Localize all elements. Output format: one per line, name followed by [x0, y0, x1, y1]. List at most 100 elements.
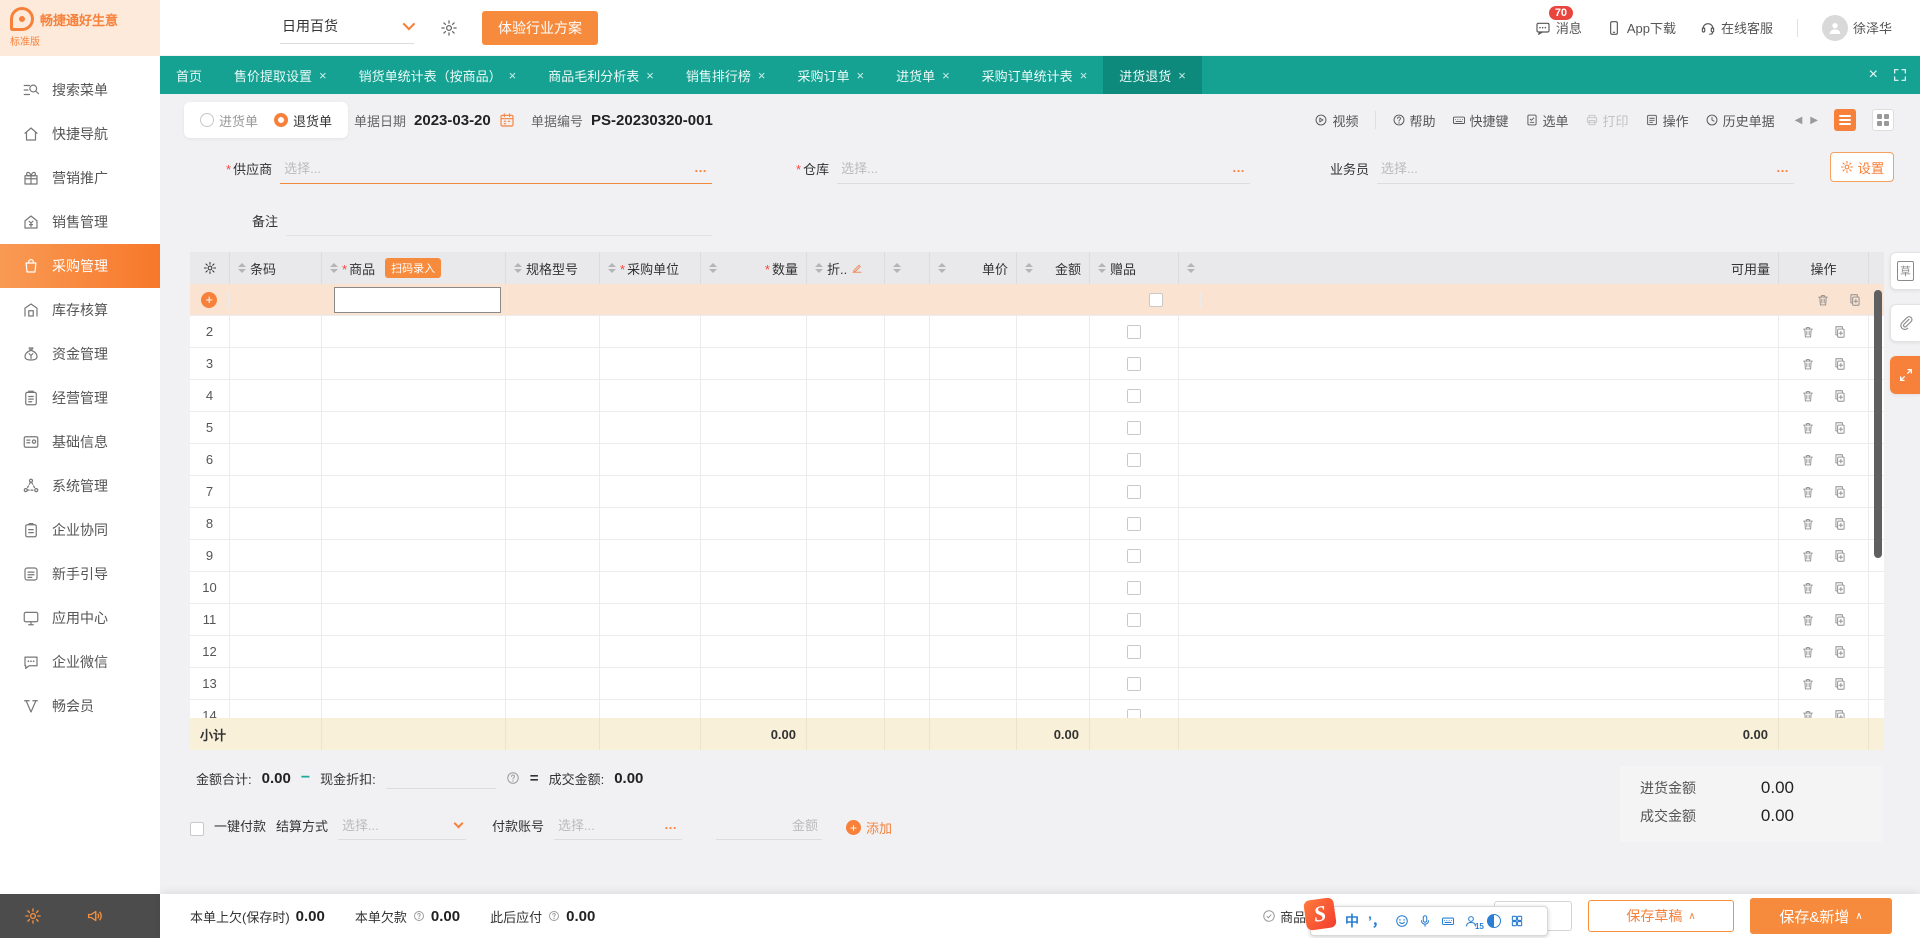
cell-gift[interactable]	[1090, 604, 1179, 635]
cell-blank[interactable]	[885, 700, 930, 718]
cell-barcode[interactable]	[230, 668, 322, 699]
sort-icon[interactable]	[709, 263, 717, 273]
video-action[interactable]: 视频	[1314, 111, 1359, 130]
cell-price[interactable]	[930, 668, 1017, 699]
cell-blank[interactable]	[885, 476, 930, 507]
copy-plus-icon[interactable]	[1833, 453, 1847, 467]
tab-purchase-return[interactable]: 进货退货 ×	[1103, 56, 1202, 94]
cell-unit[interactable]	[600, 348, 701, 379]
tab-close-icon[interactable]: ×	[942, 68, 950, 83]
cell-available[interactable]	[1179, 540, 1779, 571]
cell-gift[interactable]	[1090, 412, 1179, 443]
gift-checkbox[interactable]	[1127, 644, 1141, 659]
cell-row-handle[interactable]: 10	[190, 572, 230, 603]
account-select[interactable]: 选择... …	[554, 815, 683, 840]
cell-actions[interactable]	[1779, 700, 1869, 718]
topbar-gear-icon[interactable]	[440, 19, 458, 37]
cell-qty[interactable]	[701, 508, 807, 539]
cell-gift[interactable]	[1090, 668, 1179, 699]
app-download-link[interactable]: App下载	[1606, 18, 1676, 37]
sidebar-item-newbie-guide[interactable]: 新手引导	[0, 552, 160, 596]
trash-icon[interactable]	[1801, 421, 1815, 435]
fullscreen-icon[interactable]	[1892, 67, 1908, 83]
cell-actions[interactable]	[1779, 316, 1869, 347]
cell-gift[interactable]	[1113, 292, 1201, 307]
cell-spec[interactable]	[506, 636, 600, 667]
sidebar-item-collaboration[interactable]: 企业协同	[0, 508, 160, 552]
trash-icon[interactable]	[1801, 581, 1815, 595]
cell-unit[interactable]	[600, 444, 701, 475]
add-payment-link[interactable]: + 添加	[846, 818, 892, 840]
cell-product[interactable]	[322, 316, 506, 347]
copy-plus-icon[interactable]	[1833, 325, 1847, 339]
cell-discount[interactable]	[807, 380, 885, 411]
cell-actions[interactable]	[1779, 540, 1869, 571]
sidebar-item-marketing[interactable]: 营销推广	[0, 156, 160, 200]
cell-unit[interactable]	[600, 476, 701, 507]
copy-plus-icon[interactable]	[1833, 709, 1847, 718]
cell-discount[interactable]	[807, 444, 885, 475]
cell-price[interactable]	[930, 348, 1017, 379]
cell-qty[interactable]	[701, 444, 807, 475]
cell-spec[interactable]	[506, 412, 600, 443]
col-header-spec[interactable]: 规格型号	[506, 252, 600, 284]
cell-available[interactable]	[1179, 636, 1779, 667]
tab-po-statistics[interactable]: 采购订单统计表 ×	[966, 56, 1104, 94]
copy-plus-icon[interactable]	[1833, 485, 1847, 499]
cell-spec[interactable]	[506, 508, 600, 539]
sort-icon[interactable]	[938, 263, 946, 273]
cell-row-handle[interactable]: 8	[190, 508, 230, 539]
cell-gift[interactable]	[1090, 380, 1179, 411]
cash-discount-input[interactable]	[385, 767, 496, 789]
sidebar-item-basic-info[interactable]: 基础信息	[0, 420, 160, 464]
cell-product[interactable]	[322, 572, 506, 603]
tab-close-icon[interactable]: ×	[1178, 68, 1186, 83]
cell-product[interactable]	[322, 348, 506, 379]
col-header-discount[interactable]: 折..	[807, 252, 885, 284]
ime-logo-icon[interactable]: S	[1303, 897, 1337, 931]
gift-checkbox[interactable]	[1127, 484, 1141, 499]
cell-amount[interactable]	[1017, 476, 1090, 507]
gift-checkbox[interactable]	[1127, 420, 1141, 435]
history-action[interactable]: 历史单据	[1705, 111, 1775, 130]
cell-amount[interactable]	[1017, 316, 1090, 347]
trash-icon[interactable]	[1801, 613, 1815, 627]
cell-qty[interactable]	[701, 668, 807, 699]
pick-action[interactable]: 选单	[1525, 111, 1569, 130]
save-and-new-button[interactable]: 保存&新增 ∧	[1750, 898, 1892, 934]
cell-row-handle[interactable]: 14	[190, 700, 230, 718]
sidebar-item-sales[interactable]: 销售管理	[0, 200, 160, 244]
ime-toolbox-icon[interactable]	[1510, 914, 1524, 928]
cell-unit[interactable]	[600, 508, 701, 539]
sidebar-item-search-menu[interactable]: 搜索菜单	[0, 68, 160, 112]
cell-actions[interactable]	[1779, 668, 1869, 699]
cell-qty[interactable]	[701, 604, 807, 635]
cell-product[interactable]	[322, 604, 506, 635]
cell-gift[interactable]	[1090, 700, 1179, 718]
cell-amount[interactable]	[1017, 380, 1090, 411]
sort-icon[interactable]	[238, 263, 246, 273]
cell-amount[interactable]	[1017, 636, 1090, 667]
sidebar-item-system[interactable]: 系统管理	[0, 464, 160, 508]
copy-plus-icon[interactable]	[1833, 613, 1847, 627]
tab-close-icon[interactable]: ×	[1080, 68, 1088, 83]
supplier-more-icon[interactable]: …	[694, 160, 708, 175]
cell-blank[interactable]	[885, 508, 930, 539]
gift-checkbox[interactable]	[1127, 388, 1141, 403]
cell-blank[interactable]	[885, 572, 930, 603]
question-circle-icon[interactable]	[506, 771, 520, 785]
cell-unit[interactable]	[600, 604, 701, 635]
cell-row-handle[interactable]: 4	[190, 380, 230, 411]
cell-price[interactable]	[930, 316, 1017, 347]
sort-icon[interactable]	[815, 263, 823, 273]
cell-row-handle[interactable]: 7	[190, 476, 230, 507]
cell-price[interactable]	[930, 604, 1017, 635]
hotkey-action[interactable]: 快捷键	[1452, 111, 1509, 130]
date-value[interactable]: 2023-03-20	[414, 112, 491, 129]
sort-icon[interactable]	[1187, 263, 1195, 273]
table-scrollbar[interactable]	[1874, 290, 1882, 558]
gift-checkbox[interactable]	[1127, 356, 1141, 371]
cell-price[interactable]	[930, 412, 1017, 443]
cell-barcode[interactable]	[230, 636, 322, 667]
cell-gift[interactable]	[1090, 444, 1179, 475]
